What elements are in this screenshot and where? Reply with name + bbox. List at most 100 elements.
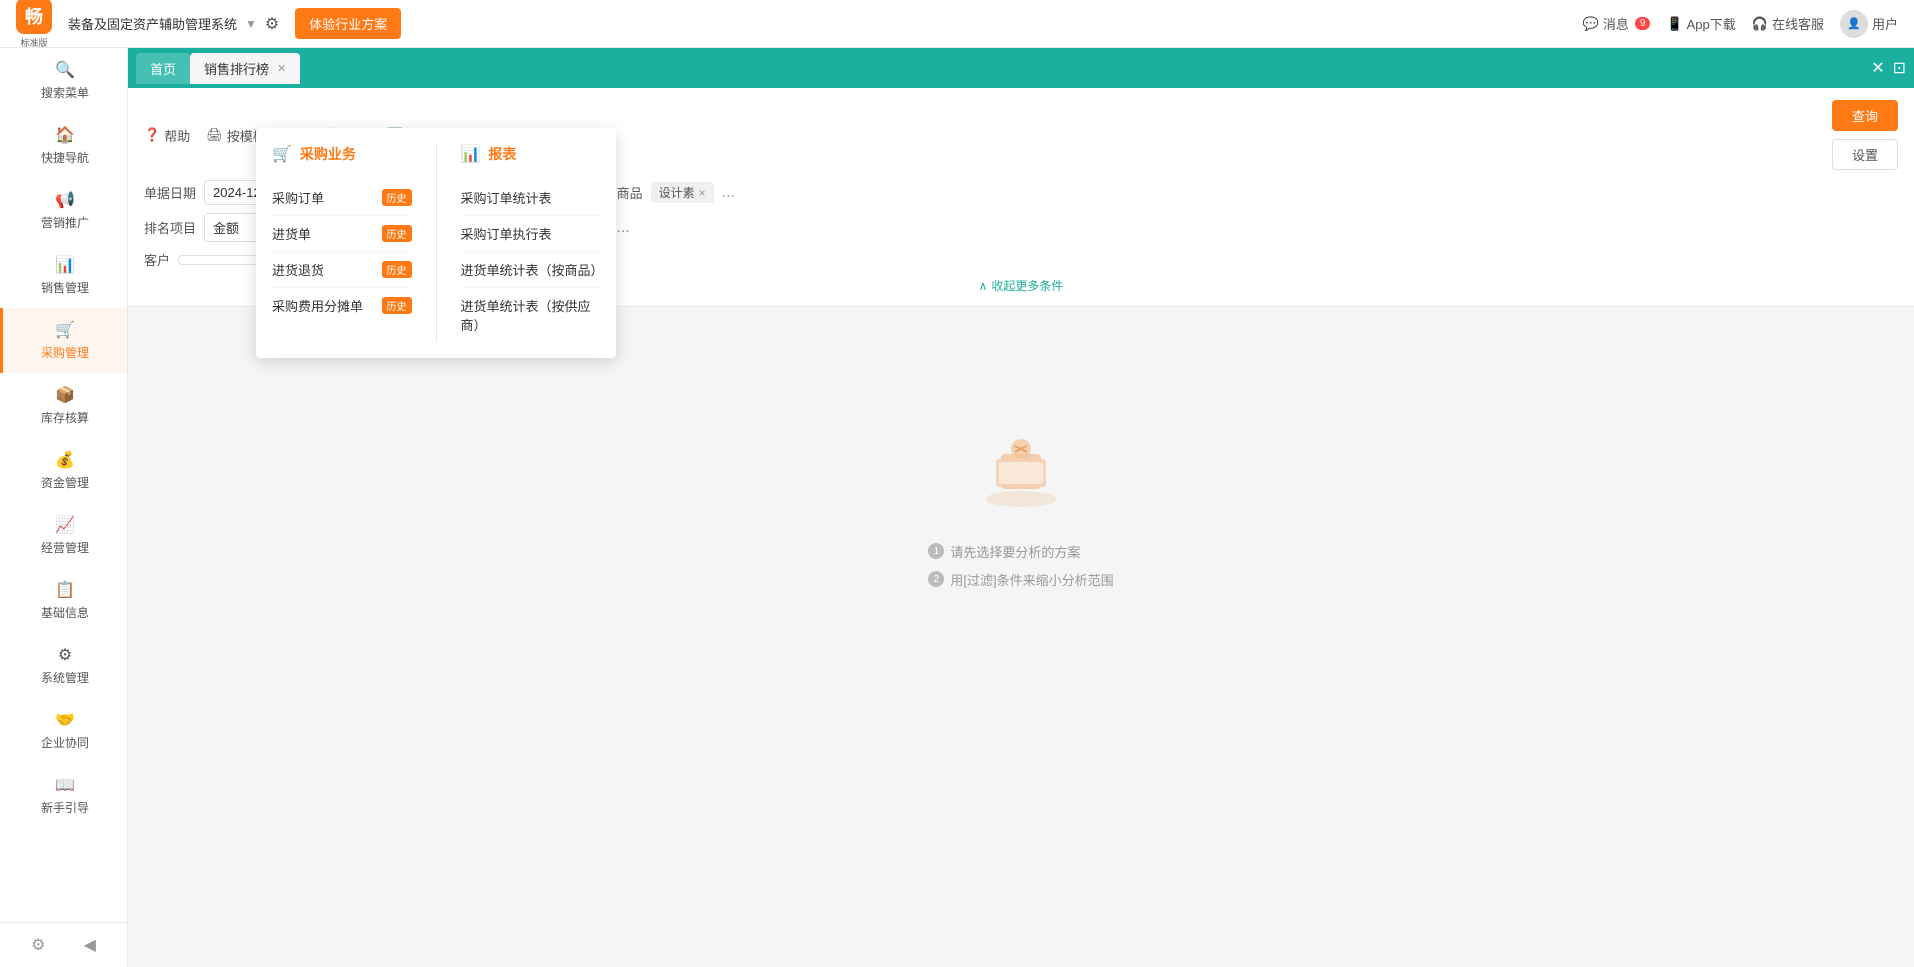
history-badge-purchase-expense: 历史 [382, 297, 412, 314]
tip-num-2: 2 [928, 571, 944, 587]
goods-tag-close[interactable]: × [699, 186, 706, 200]
dropdown-cols: 🛒 采购业务 采购订单 历史 进货单 历史 [272, 144, 600, 342]
user-btn[interactable]: 👤 用户 [1840, 10, 1898, 38]
sidebar-label-quick-nav: 快捷导航 [41, 149, 89, 166]
query-btn[interactable]: 查询 [1832, 100, 1898, 131]
tab-home[interactable]: 首页 [136, 53, 190, 84]
sidebar: 🔍 搜索菜单 🏠 快捷导航 📢 营销推广 📊 销售管理 🛒 采购管理 📦 [0, 48, 128, 967]
dropdown-item-purchase-order[interactable]: 采购订单 历史 [272, 180, 412, 216]
help-btn[interactable]: ❓ 帮助 [144, 126, 190, 145]
purchase-dropdown-menu: 🛒 采购业务 采购订单 历史 进货单 历史 [256, 128, 616, 358]
history-badge-goods-receipt: 历史 [382, 225, 412, 242]
sidebar-item-quick-nav[interactable]: 🏠 快捷导航 [0, 113, 127, 178]
dropdown-item-goods-receipt-stat-goods[interactable]: 进货单统计表（按商品） [461, 252, 601, 288]
help-label: 帮助 [164, 126, 190, 145]
purchase-col-title: 采购业务 [300, 144, 356, 164]
sidebar-item-system[interactable]: ⚙ 系统管理 [0, 633, 127, 698]
user-label: 用户 [1872, 14, 1898, 33]
dropdown-divider [436, 144, 437, 342]
phone-icon: 📱 [1666, 16, 1682, 32]
dropdown-item-label-purchase-order-exec: 采购订单执行表 [461, 224, 552, 243]
basic-info-icon: 📋 [55, 580, 75, 600]
sidebar-item-purchase[interactable]: 🛒 采购管理 [0, 308, 127, 373]
sidebar-item-marketing[interactable]: 📢 营销推广 [0, 178, 127, 243]
system-icon: ⚙ [58, 645, 72, 665]
industry-btn[interactable]: 体验行业方案 [295, 8, 401, 39]
collapse-btn[interactable]: ∧ 收起更多条件 [979, 277, 1064, 294]
finance-icon: 💰 [55, 450, 75, 470]
sidebar-collapse-btn[interactable]: ◀ [84, 935, 96, 955]
tab-sales-ranking-label: 销售排行榜 [204, 59, 269, 78]
online-service-btn[interactable]: 🎧 在线客服 [1752, 14, 1824, 33]
tab-home-label: 首页 [150, 59, 176, 78]
report-col-icon: 📊 [461, 144, 481, 164]
sidebar-item-operations[interactable]: 📈 经营管理 [0, 503, 127, 568]
rank-label: 排名项目 [144, 218, 196, 237]
message-icon: 💬 [1583, 16, 1599, 32]
system-title: 装备及固定资产辅助管理系统 [68, 14, 237, 33]
sidebar-bottom: ⚙ ◀ [0, 922, 127, 967]
content-area: 首页 销售排行榜 ✕ ✕ ⊡ ❓ 帮助 [128, 48, 1914, 967]
sidebar-label-inventory: 库存核算 [41, 409, 89, 426]
tab-bar: 首页 销售排行榜 ✕ ✕ ⊡ [128, 48, 1914, 88]
content-body: ❓ 帮助 🖨 按模板打印 ▼ 📤 导出 🔄 [128, 88, 1914, 967]
system-dropdown-arrow[interactable]: ▼ [245, 17, 257, 31]
dropdown-item-purchase-order-stat[interactable]: 采购订单统计表 [461, 180, 601, 216]
system-settings-icon[interactable]: ⚙ [265, 14, 279, 34]
avatar: 👤 [1840, 10, 1868, 38]
goods-dots[interactable]: ... [722, 184, 735, 202]
operations-icon: 📈 [55, 515, 75, 535]
sidebar-item-inventory[interactable]: 📦 库存核算 [0, 373, 127, 438]
sidebar-settings-btn[interactable]: ⚙ [31, 935, 45, 955]
sidebar-item-guide[interactable]: 📖 新手引导 [0, 763, 127, 828]
dropdown-item-goods-receipt[interactable]: 进货单 历史 [272, 216, 412, 252]
inventory-icon: 📦 [55, 385, 75, 405]
logo-icon: 畅 [16, 0, 52, 34]
guide-icon: 📖 [55, 775, 75, 795]
purchase-col-icon: 🛒 [272, 144, 292, 164]
app-download-btn[interactable]: 📱 App下载 [1666, 14, 1735, 33]
sidebar-label-basic-info: 基础信息 [41, 604, 89, 621]
messages-badge: 9 [1635, 17, 1651, 30]
top-bar: 畅 标准版 装备及固定资产辅助管理系统 ▼ ⚙ 体验行业方案 💬 消息 9 📱 … [0, 0, 1914, 48]
sidebar-item-search[interactable]: 🔍 搜索菜单 [0, 48, 127, 113]
dropdown-item-goods-receipt-stat-supplier[interactable]: 进货单统计表（按供应商） [461, 288, 601, 342]
empty-state: 1 请先选择要分析的方案 2 用[过滤]条件来缩小分析范围 [128, 307, 1914, 707]
dropdown-item-purchase-order-exec[interactable]: 采购订单执行表 [461, 216, 601, 252]
dropdown-item-label-purchase-order: 采购订单 [272, 188, 324, 207]
history-badge-goods-return: 历史 [382, 261, 412, 278]
headset-icon: 🎧 [1752, 16, 1768, 32]
dropdown-item-label-purchase-expense: 采购费用分摊单 [272, 296, 363, 315]
report-col-title: 报表 [488, 144, 516, 164]
collapse-btn-label: 收起更多条件 [991, 277, 1063, 294]
messages-btn[interactable]: 💬 消息 9 [1583, 14, 1651, 33]
app-download-label: App下载 [1687, 14, 1736, 33]
dropdown-item-purchase-expense[interactable]: 采购费用分摊单 历史 [272, 288, 412, 323]
sidebar-label-purchase: 采购管理 [41, 344, 89, 361]
top-bar-right: 💬 消息 9 📱 App下载 🎧 在线客服 👤 用户 [1583, 10, 1898, 38]
tab-close-btn[interactable]: ✕ [277, 62, 286, 75]
sidebar-item-finance[interactable]: 💰 资金管理 [0, 438, 127, 503]
purchase-col-header: 🛒 采购业务 [272, 144, 412, 168]
goods-label: 商品 [617, 183, 643, 202]
sidebar-item-cooperation[interactable]: 🤝 企业协同 [0, 698, 127, 763]
tip-num-1: 1 [928, 543, 944, 559]
sidebar-item-basic-info[interactable]: 📋 基础信息 [0, 568, 127, 633]
tip-text-1: 请先选择要分析的方案 [950, 542, 1080, 561]
sidebar-label-operations: 经营管理 [41, 539, 89, 556]
tab-bar-close-icon[interactable]: ✕ [1871, 58, 1884, 78]
goods-tag-text: 设计素 [659, 184, 695, 201]
tab-bar-expand-icon[interactable]: ⊡ [1893, 58, 1906, 78]
sidebar-item-sales[interactable]: 📊 销售管理 [0, 243, 127, 308]
sidebar-label-guide: 新手引导 [41, 799, 89, 816]
empty-text: 1 请先选择要分析的方案 2 用[过滤]条件来缩小分析范围 [928, 535, 1113, 595]
dropdown-item-label-goods-receipt-stat-supplier: 进货单统计表（按供应商） [461, 296, 601, 334]
print-icon: 🖨 [206, 127, 223, 143]
dropdown-item-goods-return[interactable]: 进货退货 历史 [272, 252, 412, 288]
sidebar-label-system: 系统管理 [41, 669, 89, 686]
tab-sales-ranking[interactable]: 销售排行榜 ✕ [190, 53, 300, 84]
sidebar-label-finance: 资金管理 [41, 474, 89, 491]
history-badge-purchase-order: 历史 [382, 189, 412, 206]
settings-btn[interactable]: 设置 [1832, 139, 1898, 170]
salesperson-dots[interactable]: ... [616, 219, 629, 237]
